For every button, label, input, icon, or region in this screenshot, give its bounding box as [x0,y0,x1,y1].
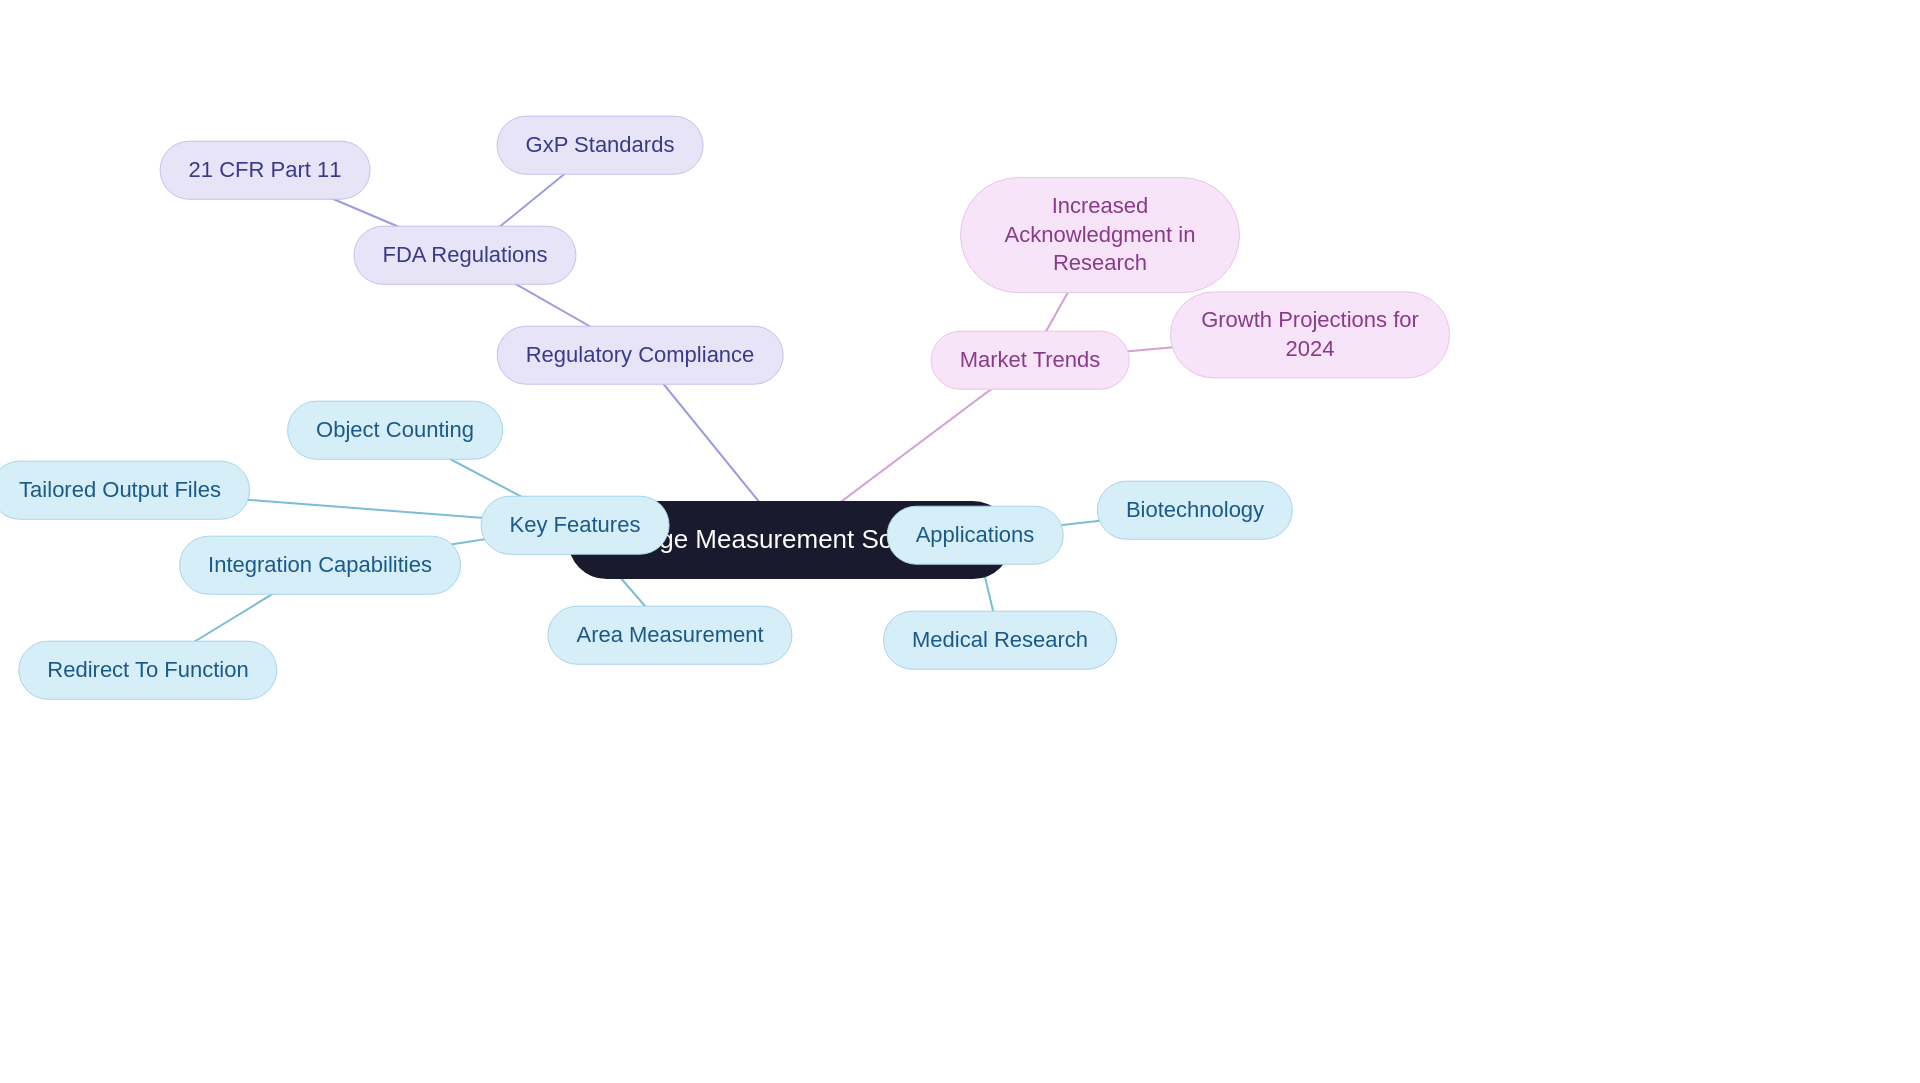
key-features-node: Key Features [481,496,670,555]
tailored-output-node: Tailored Output Files [0,461,250,520]
integration-capabilities-node: Integration Capabilities [179,536,461,595]
cfr-part11-node: 21 CFR Part 11 [160,141,371,200]
biotechnology-node: Biotechnology [1097,481,1293,540]
applications-node: Applications [887,506,1064,565]
fda-regulations-node: FDA Regulations [353,226,576,285]
gxp-standards-node: GxP Standards [497,116,704,175]
growth-projections-node: Growth Projections for 2024 [1170,291,1450,378]
redirect-function-node: Redirect To Function [18,641,277,700]
area-measurement-node: Area Measurement [547,606,792,665]
increased-acknowledgment-node: Increased Acknowledgment in Research [960,177,1240,293]
object-counting-node: Object Counting [287,401,503,460]
medical-research-node: Medical Research [883,611,1117,670]
market-trends-node: Market Trends [931,331,1130,390]
regulatory-compliance-node: Regulatory Compliance [497,326,784,385]
